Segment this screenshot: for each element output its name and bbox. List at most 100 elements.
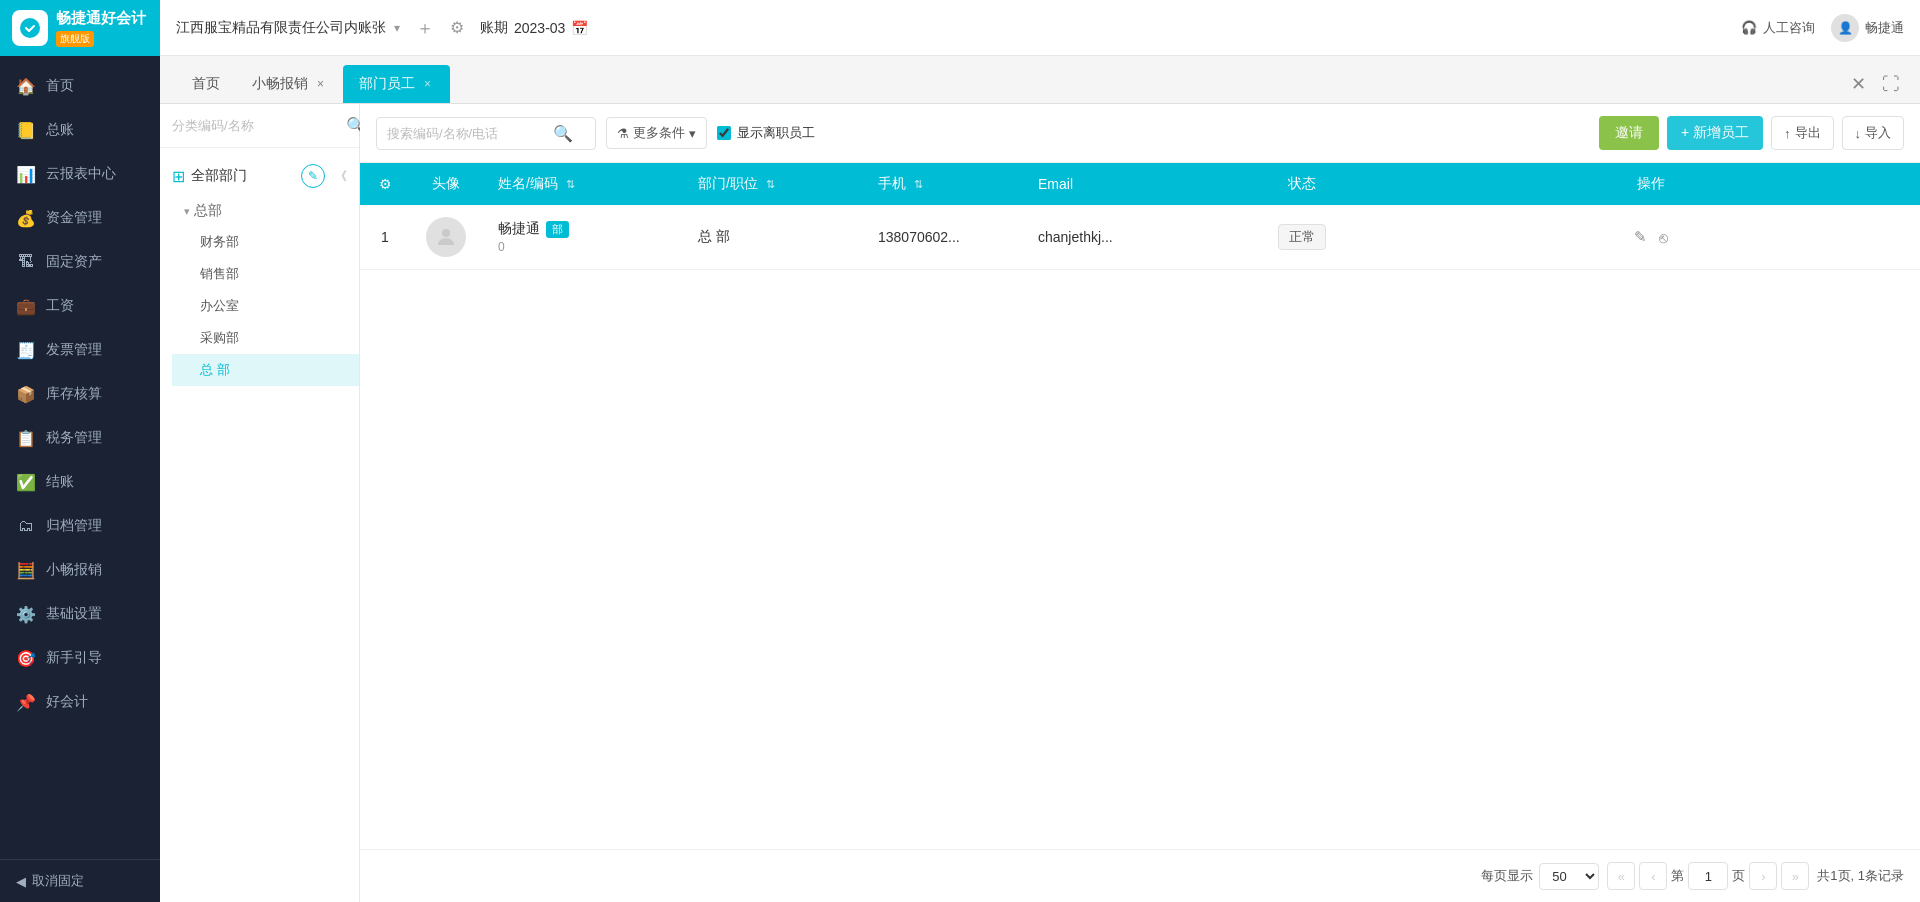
row-avatar-cell	[410, 205, 482, 270]
import-button[interactable]: ↓ 导入	[1842, 116, 1905, 150]
page-suffix: 页	[1732, 867, 1745, 885]
tab-employee-close[interactable]: ×	[421, 76, 434, 92]
dept-badge: 部	[546, 221, 569, 238]
delete-employee-button[interactable]: ⎋	[1659, 229, 1668, 246]
dept-item-zongbu[interactable]: 总 部	[172, 354, 359, 386]
edit-employee-button[interactable]: ✎	[1634, 228, 1647, 246]
topbar-settings-icon[interactable]: ⚙	[446, 14, 468, 41]
sidebar-item-settlement[interactable]: ✅ 结账	[0, 460, 160, 504]
show-resigned-checkbox-label[interactable]: 显示离职员工	[717, 124, 815, 142]
employee-table-container: ⚙ 头像 姓名/编码 ⇅ 部门/职位 ⇅ 手机	[360, 163, 1920, 849]
first-page-button[interactable]: «	[1607, 862, 1635, 890]
user-menu[interactable]: 👤 畅捷通	[1831, 14, 1904, 42]
next-page-button[interactable]: ›	[1749, 862, 1777, 890]
add-company-button[interactable]: ＋	[412, 12, 438, 44]
employee-name: 畅捷通	[498, 220, 540, 238]
prev-page-button[interactable]: ‹	[1639, 862, 1667, 890]
col-settings[interactable]: ⚙	[360, 163, 410, 205]
dept-collapse-icon[interactable]: 《	[335, 168, 347, 185]
sidebar-item-inventory[interactable]: 📦 库存核算	[0, 372, 160, 416]
dept-search-input[interactable]	[172, 118, 340, 133]
tabbar: 首页 小畅报销 × 部门员工 × ✕ ⛶	[160, 56, 1920, 104]
company-chevron-icon: ▾	[394, 21, 400, 35]
expand-tab-icon[interactable]: ⛶	[1878, 70, 1904, 99]
sidebar-item-generalledger[interactable]: 📒 总账	[0, 108, 160, 152]
consult-label: 人工咨询	[1763, 19, 1815, 37]
import-label: 导入	[1865, 124, 1891, 142]
sidebar-item-tax[interactable]: 📋 税务管理	[0, 416, 160, 460]
employee-search-icon[interactable]: 🔍	[553, 124, 573, 143]
import-icon: ↓	[1855, 126, 1862, 141]
sidebar-nav: 🏠 首页 📒 总账 📊 云报表中心 💰 资金管理 🏗 固定资产 💼 工资 🧾 发…	[0, 56, 160, 859]
close-tab-icon[interactable]: ✕	[1847, 69, 1870, 99]
dept-item-caigoubu[interactable]: 采购部	[172, 322, 359, 354]
dept-edit-icon[interactable]: ✎	[301, 164, 325, 188]
period-display: 账期 2023-03 📅	[480, 19, 588, 37]
sidebar-item-newguide[interactable]: 🎯 新手引导	[0, 636, 160, 680]
topbar-right: 🎧 人工咨询 👤 畅捷通	[1741, 14, 1904, 42]
dept-all-button[interactable]: ⊞ 全部部门 ✎ 《	[160, 156, 359, 196]
sidebar-item-basesettings[interactable]: ⚙️ 基础设置	[0, 592, 160, 636]
action-buttons: ✎ ⎋	[1398, 228, 1904, 246]
page-input[interactable]	[1688, 862, 1728, 890]
sidebar-item-invoices[interactable]: 🧾 发票管理	[0, 328, 160, 372]
row-phone-cell: 138070602...	[862, 205, 1022, 270]
dept-item-xiaoshoubu-label: 销售部	[200, 266, 239, 281]
sidebar-item-funds[interactable]: 💰 资金管理	[0, 196, 160, 240]
perpage-select[interactable]: 10 20 50 100	[1539, 863, 1599, 890]
sidebar-item-wages[interactable]: 💼 工资	[0, 284, 160, 328]
sidebar-item-baoxiao-label: 小畅报销	[46, 561, 102, 579]
dept-search-bar: 🔍	[160, 104, 359, 148]
sidebar-item-assets[interactable]: 🏗 固定资产	[0, 240, 160, 284]
filter-button[interactable]: ⚗ 更多条件 ▾	[606, 117, 707, 149]
app-logo: 畅捷通好会计 旗舰版	[0, 0, 160, 56]
sidebar-item-baoxiao[interactable]: 🧮 小畅报销	[0, 548, 160, 592]
col-status: 状态	[1222, 163, 1382, 205]
main-area: 江西服宝精品有限责任公司内账张 ▾ ＋ ⚙ 账期 2023-03 📅 🎧 人工咨…	[160, 0, 1920, 902]
archive-icon: 🗂	[16, 516, 36, 536]
col-name[interactable]: 姓名/编码 ⇅	[482, 163, 682, 205]
tab-baoxiao-close[interactable]: ×	[314, 76, 327, 92]
employee-toolbar: 🔍 ⚗ 更多条件 ▾ 显示离职员工 邀请 + 新增员工 ↑ 导出	[360, 104, 1920, 163]
invite-button[interactable]: 邀请	[1599, 116, 1659, 150]
sort-name-icon: ⇅	[566, 178, 575, 190]
sidebar-item-home[interactable]: 🏠 首页	[0, 64, 160, 108]
calendar-icon[interactable]: 📅	[571, 20, 588, 36]
settings-icon: ⚙️	[16, 604, 36, 624]
employee-search-input[interactable]	[387, 126, 547, 141]
arrow-down-icon: ▾	[184, 205, 190, 218]
sidebar-item-reports[interactable]: 📊 云报表中心	[0, 152, 160, 196]
dept-item-caiwubu[interactable]: 财务部	[172, 226, 359, 258]
headset-icon: 🎧	[1741, 20, 1757, 35]
dept-item-caiwubu-label: 财务部	[200, 234, 239, 249]
row-status-cell: 正常	[1222, 205, 1382, 270]
company-selector[interactable]: 江西服宝精品有限责任公司内账张 ▾	[176, 19, 400, 37]
toolbar-right-actions: 邀请 + 新增员工 ↑ 导出 ↓ 导入	[1599, 116, 1904, 150]
dept-item-xiaoshoubu[interactable]: 销售部	[172, 258, 359, 290]
username-label: 畅捷通	[1865, 19, 1904, 37]
col-avatar: 头像	[410, 163, 482, 205]
sidebar-item-basesettings-label: 基础设置	[46, 605, 102, 623]
cancel-fixed-label: 取消固定	[32, 872, 84, 890]
col-dept[interactable]: 部门/职位 ⇅	[682, 163, 862, 205]
cancel-fixed-button[interactable]: ◀ 取消固定	[0, 859, 160, 902]
last-page-button[interactable]: »	[1781, 862, 1809, 890]
add-employee-button[interactable]: + 新增员工	[1667, 116, 1763, 150]
sidebar-item-archive[interactable]: 🗂 归档管理	[0, 504, 160, 548]
tab-baoxiao[interactable]: 小畅报销 ×	[236, 65, 343, 103]
dept-item-bangongshi[interactable]: 办公室	[172, 290, 359, 322]
tab-home[interactable]: 首页	[176, 65, 236, 103]
col-phone[interactable]: 手机 ⇅	[862, 163, 1022, 205]
company-name: 江西服宝精品有限责任公司内账张	[176, 19, 386, 37]
sidebar-item-home-label: 首页	[46, 77, 74, 95]
sidebar-item-tax-label: 税务管理	[46, 429, 102, 447]
show-resigned-checkbox[interactable]	[717, 126, 731, 140]
tab-employee[interactable]: 部门员工 ×	[343, 65, 450, 103]
home-icon: 🏠	[16, 76, 36, 96]
export-button[interactable]: ↑ 导出	[1771, 116, 1834, 150]
consult-button[interactable]: 🎧 人工咨询	[1741, 19, 1815, 37]
grid-icon: ⊞	[172, 167, 185, 186]
employee-table: ⚙ 头像 姓名/编码 ⇅ 部门/职位 ⇅ 手机	[360, 163, 1920, 270]
sidebar-item-more[interactable]: 📌 好会计	[0, 680, 160, 724]
more-icon: 📌	[16, 692, 36, 712]
